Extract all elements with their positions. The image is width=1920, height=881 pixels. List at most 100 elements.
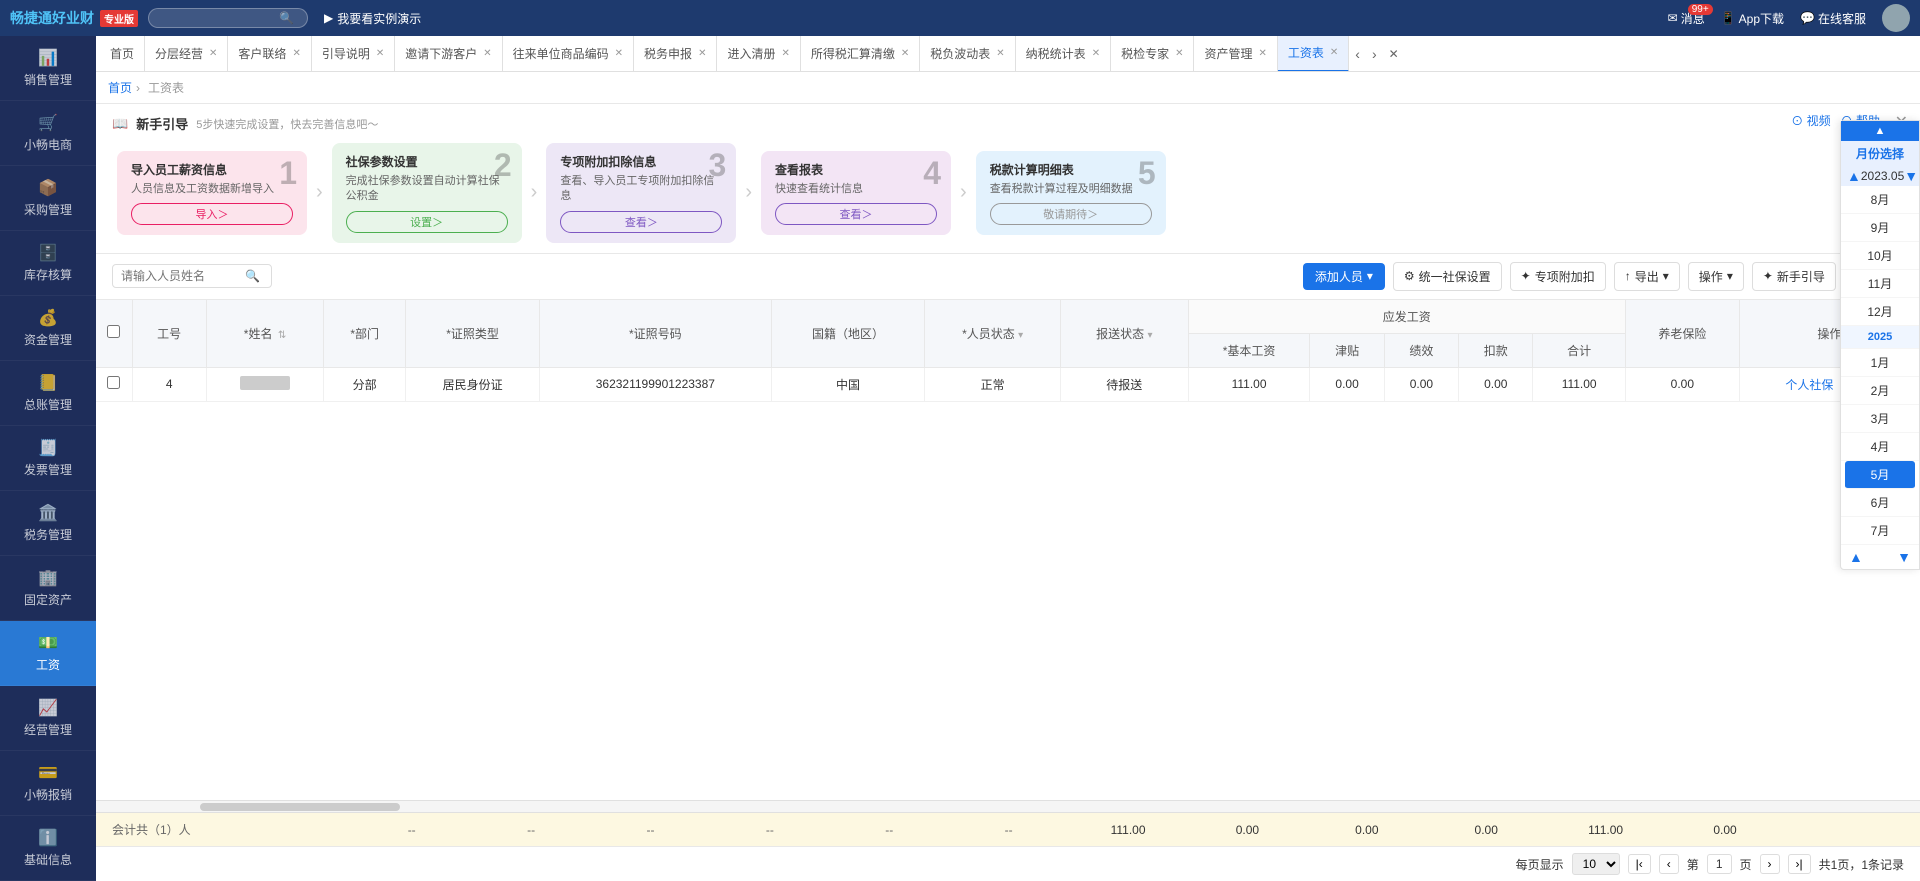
- sidebar-item-assets[interactable]: 🏢 固定资产: [0, 556, 96, 621]
- month-item-2[interactable]: 2月: [1841, 377, 1919, 405]
- page-first-button[interactable]: |‹: [1628, 854, 1651, 874]
- status-filter-icon[interactable]: ▾: [1018, 330, 1023, 341]
- tab-tax-exempt-close[interactable]: ✕: [996, 48, 1004, 59]
- top-search-box[interactable]: 🔍: [148, 8, 308, 28]
- tab-customer[interactable]: 客户联络 ✕: [228, 36, 311, 72]
- tab-home[interactable]: 首页: [100, 36, 145, 72]
- tab-tax-calc[interactable]: 所得税汇算清缴 ✕: [801, 36, 920, 72]
- sidebar-item-operations[interactable]: 📈 经营管理: [0, 686, 96, 751]
- tab-tax-expert[interactable]: 税检专家 ✕: [1111, 36, 1194, 72]
- new-guide-button[interactable]: ✦ 新手引导: [1752, 262, 1836, 291]
- page-prev-button[interactable]: ‹: [1659, 854, 1679, 874]
- employee-search-box[interactable]: 🔍: [112, 264, 272, 288]
- user-avatar[interactable]: [1882, 4, 1910, 32]
- step-card-1: 1 导入员工薪资信息 人员信息及工资数据新增导入 导入＞: [117, 151, 307, 235]
- row-id-no: 362321199901223387: [540, 367, 772, 401]
- sidebar-item-inventory[interactable]: 🗄️ 库存核算: [0, 231, 96, 296]
- operations-icon: 📈: [38, 698, 58, 718]
- sidebar-item-invoice[interactable]: 🧾 发票管理: [0, 426, 96, 491]
- tab-next-button[interactable]: ›: [1366, 46, 1383, 62]
- month-scroll-down[interactable]: ▼: [1897, 549, 1911, 565]
- step-btn-3[interactable]: 查看＞: [560, 211, 722, 233]
- tab-tax-exempt[interactable]: 税负波动表 ✕: [920, 36, 1015, 72]
- month-item-8[interactable]: 8月: [1841, 186, 1919, 214]
- month-item-10[interactable]: 10月: [1841, 242, 1919, 270]
- guide-video-link[interactable]: ⊙ 视频: [1791, 112, 1830, 129]
- demo-link[interactable]: ▶ 我要看实例演示: [324, 10, 421, 27]
- month-item-9[interactable]: 9月: [1841, 214, 1919, 242]
- month-item-7[interactable]: 7月: [1841, 517, 1919, 545]
- sidebar-item-funds[interactable]: 💰 资金管理: [0, 296, 96, 361]
- month-item-1[interactable]: 1月: [1841, 349, 1919, 377]
- tab-asset-mgmt[interactable]: 资产管理 ✕: [1194, 36, 1277, 72]
- tab-goods-code[interactable]: 往来单位商品编码 ✕: [503, 36, 634, 72]
- month-scroll-up[interactable]: ▲: [1849, 549, 1863, 565]
- tab-asset-mgmt-close[interactable]: ✕: [1259, 48, 1267, 59]
- unified-settings-button[interactable]: ⚙ 统一社保设置: [1393, 262, 1502, 291]
- scroll-thumb[interactable]: [200, 803, 400, 811]
- report-status-filter-icon[interactable]: ▾: [1147, 330, 1152, 341]
- horizontal-scrollbar[interactable]: [96, 800, 1920, 812]
- tab-tax-stat[interactable]: 纳税统计表 ✕: [1016, 36, 1111, 72]
- tab-tax-stat-close[interactable]: ✕: [1092, 48, 1100, 59]
- month-nav-down[interactable]: ▼: [1904, 168, 1918, 184]
- step-btn-1[interactable]: 导入＞: [131, 203, 293, 225]
- tab-goods-code-close[interactable]: ✕: [615, 48, 623, 59]
- tab-customer-close[interactable]: ✕: [292, 48, 300, 59]
- tab-prev-button[interactable]: ‹: [1349, 46, 1366, 62]
- sidebar-item-tax[interactable]: 🏛️ 税务管理: [0, 491, 96, 556]
- month-item-12[interactable]: 12月: [1841, 298, 1919, 326]
- month-item-4[interactable]: 4月: [1841, 433, 1919, 461]
- page-size-select[interactable]: 10: [1572, 853, 1620, 875]
- month-nav-up[interactable]: ▲: [1847, 168, 1861, 184]
- step-btn-2[interactable]: 设置＞: [346, 211, 508, 233]
- page-last-button[interactable]: ›|: [1788, 854, 1811, 874]
- row-select-checkbox[interactable]: [107, 376, 120, 389]
- tab-invite[interactable]: 邀请下游客户 ✕: [395, 36, 502, 72]
- tab-guide-close[interactable]: ✕: [376, 48, 384, 59]
- month-list: 8月 9月 10月 11月 12月 2025 1月 2月 3月 4月 5月 6月…: [1841, 186, 1919, 545]
- select-all-checkbox[interactable]: [107, 325, 120, 338]
- app-download-button[interactable]: 📱 App下载: [1721, 10, 1784, 27]
- message-button[interactable]: ✉ 消息 99+: [1668, 10, 1705, 27]
- row-action-link[interactable]: 个人社保: [1785, 378, 1833, 392]
- tab-clearance-close[interactable]: ✕: [781, 48, 789, 59]
- tab-tax-calc-close[interactable]: ✕: [901, 48, 909, 59]
- top-search-input[interactable]: [159, 11, 279, 25]
- tab-tax-report-close[interactable]: ✕: [698, 48, 706, 59]
- tab-partition[interactable]: 分层经营 ✕: [145, 36, 228, 72]
- employee-search-input[interactable]: [121, 269, 241, 283]
- tab-guide-tab[interactable]: 引导说明 ✕: [312, 36, 395, 72]
- name-sort-icon[interactable]: ⇅: [278, 330, 286, 341]
- sidebar-item-ecommerce[interactable]: 🛒 小畅电商: [0, 101, 96, 166]
- online-service-button[interactable]: 💬 在线客服: [1800, 10, 1866, 27]
- step-btn-4[interactable]: 查看＞: [775, 203, 937, 225]
- tab-tax-expert-close[interactable]: ✕: [1175, 48, 1183, 59]
- month-item-11[interactable]: 11月: [1841, 270, 1919, 298]
- tab-salary-close[interactable]: ✕: [1330, 47, 1338, 58]
- page-next-button[interactable]: ›: [1760, 854, 1780, 874]
- sidebar-item-basic[interactable]: ℹ️ 基础信息: [0, 816, 96, 881]
- sidebar-item-ledger[interactable]: 📒 总账管理: [0, 361, 96, 426]
- operate-button[interactable]: 操作 ▾: [1688, 262, 1744, 291]
- month-item-5-active[interactable]: 5月: [1845, 461, 1915, 489]
- month-item-3[interactable]: 3月: [1841, 405, 1919, 433]
- month-panel-collapse[interactable]: ▲: [1841, 121, 1919, 141]
- tab-salary[interactable]: 工资表 ✕: [1278, 36, 1349, 72]
- tab-tax-report[interactable]: 税务申报 ✕: [634, 36, 717, 72]
- tab-clearance[interactable]: 进入清册 ✕: [717, 36, 800, 72]
- export-button[interactable]: ↑ 导出 ▾: [1614, 262, 1680, 291]
- sidebar-item-sales[interactable]: 📊 销售管理: [0, 36, 96, 101]
- add-employee-button[interactable]: 添加人员 ▾: [1303, 263, 1385, 290]
- sidebar-item-marketing[interactable]: 💳 小畅报销: [0, 751, 96, 816]
- tab-invite-close[interactable]: ✕: [483, 48, 491, 59]
- sidebar-item-salary[interactable]: 💵 工资: [0, 621, 96, 686]
- sidebar-label-basic: 基础信息: [24, 851, 72, 868]
- tab-partition-close[interactable]: ✕: [209, 48, 217, 59]
- step-btn-5[interactable]: 敬请期待＞: [990, 203, 1152, 225]
- nav-home-link[interactable]: 首页: [108, 79, 132, 96]
- month-item-6[interactable]: 6月: [1841, 489, 1919, 517]
- special-deduction-button[interactable]: ✦ 专项附加扣: [1510, 262, 1606, 291]
- sidebar-item-purchase[interactable]: 📦 采购管理: [0, 166, 96, 231]
- tab-close-all-button[interactable]: ✕: [1383, 47, 1405, 61]
